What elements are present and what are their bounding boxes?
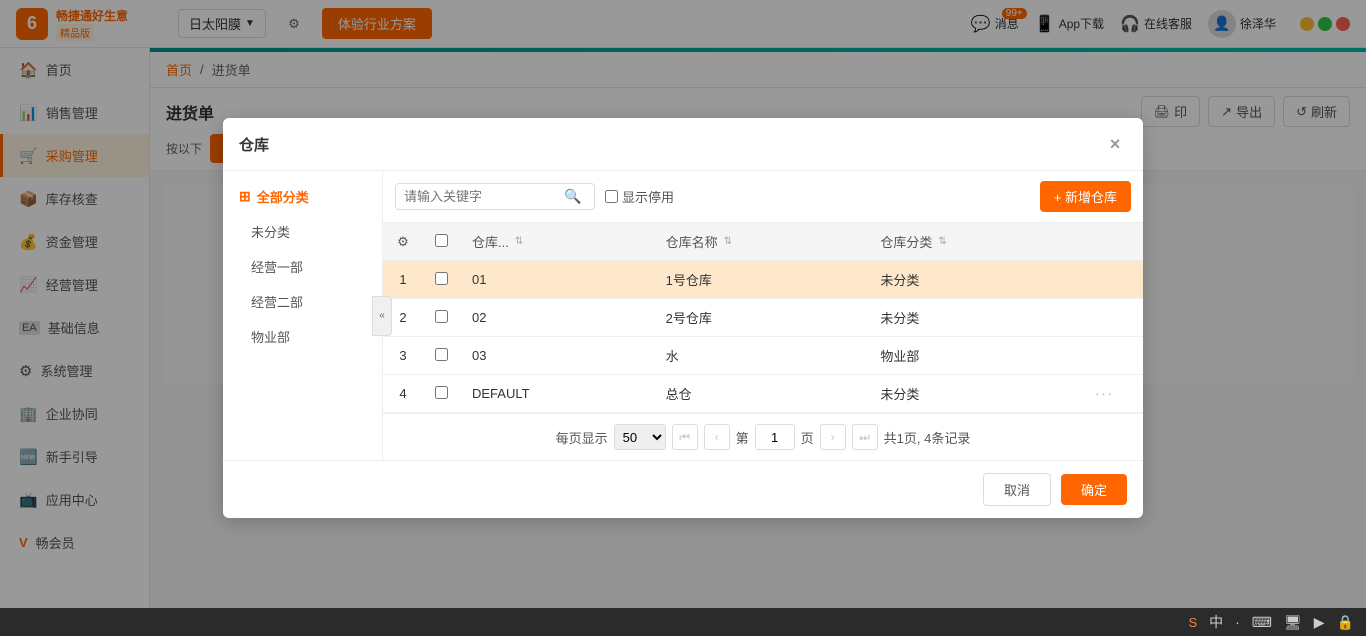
modal-body: ⊞ 全部分类 未分类 经营一部 经营二部 物业部	[223, 171, 1143, 460]
lock-icon[interactable]: 🔒	[1337, 614, 1354, 631]
first-page-button[interactable]: ⏮	[672, 424, 698, 450]
search-bar: 🔍 显示停用 + 新增仓库	[383, 171, 1143, 223]
search-input[interactable]	[404, 189, 564, 204]
tree-item-property[interactable]: 物业部	[223, 319, 382, 354]
name-column-header[interactable]: 仓库名称 ⇅	[654, 223, 869, 261]
row-actions	[1083, 299, 1143, 337]
row-name: 1号仓库	[654, 261, 869, 299]
confirm-button[interactable]: 确定	[1061, 474, 1127, 505]
row-name: 水	[654, 337, 869, 375]
play-icon[interactable]: ▶	[1314, 614, 1325, 631]
category-column-header[interactable]: 仓库分类 ⇅	[868, 223, 1083, 261]
s-logo: S	[1188, 615, 1197, 630]
cancel-button[interactable]: 取消	[983, 473, 1051, 506]
modal-close-button[interactable]: ×	[1103, 132, 1127, 156]
select-all-checkbox[interactable]	[435, 234, 448, 247]
table-row[interactable]: 3 03 水 物业部	[383, 337, 1143, 375]
row-actions: ···	[1083, 375, 1143, 413]
pagination: 每页显示 50 10 20 100 ⏮ ‹ 第 页 › ⏭ 共1页, 4条记录	[383, 413, 1143, 460]
actions-column-header	[1083, 223, 1143, 261]
show-disabled-checkbox-input[interactable]	[605, 190, 618, 203]
modal-title: 仓库	[239, 134, 269, 155]
table-row[interactable]: 4 DEFAULT 总仓 未分类 ···	[383, 375, 1143, 413]
prev-page-button[interactable]: ‹	[704, 424, 730, 450]
page-number-input[interactable]	[755, 424, 795, 450]
checkbox-column-header	[423, 223, 460, 261]
right-panel: 🔍 显示停用 + 新增仓库 ⚙	[383, 171, 1143, 460]
row-more-icon[interactable]: ···	[1095, 386, 1114, 401]
total-info: 共1页, 4条记录	[884, 428, 971, 447]
grid-icon: ⊞	[239, 188, 251, 205]
row-select-checkbox[interactable]	[435, 386, 448, 399]
row-name: 2号仓库	[654, 299, 869, 337]
row-category: 未分类	[868, 261, 1083, 299]
modal-overlay[interactable]: 仓库 × ⊞ 全部分类 未分类 经营一部	[0, 0, 1366, 636]
row-checkbox[interactable]	[423, 261, 460, 299]
row-category: 未分类	[868, 299, 1083, 337]
tree-all-label: 全部分类	[257, 187, 309, 206]
status-bar: S 中 · ⌨ 🖥 ▶ 🔒	[0, 608, 1366, 636]
row-category: 物业部	[868, 337, 1083, 375]
row-no: 3	[383, 337, 423, 375]
code-column-header[interactable]: 仓库... ⇅	[460, 223, 654, 261]
next-page-button[interactable]: ›	[820, 424, 846, 450]
sort-icon: ⇅	[515, 236, 523, 247]
show-disabled-checkbox[interactable]: 显示停用	[605, 187, 674, 206]
add-warehouse-button[interactable]: + 新增仓库	[1040, 181, 1131, 212]
tree-panel: ⊞ 全部分类 未分类 经营一部 经营二部 物业部	[223, 171, 383, 460]
warehouse-table: ⚙ 仓库... ⇅	[383, 223, 1143, 413]
row-code: DEFAULT	[460, 375, 654, 413]
row-actions	[1083, 261, 1143, 299]
tree-item-dept1[interactable]: 经营一部	[223, 249, 382, 284]
row-checkbox[interactable]	[423, 299, 460, 337]
page-unit: 页	[801, 428, 814, 447]
dot-icon: ·	[1235, 614, 1240, 630]
chinese-input-icon[interactable]: 中	[1209, 612, 1223, 632]
sort-icon: ⇅	[938, 236, 946, 247]
gear-column-header[interactable]: ⚙	[383, 223, 423, 261]
tree-item-unclassified[interactable]: 未分类	[223, 214, 382, 249]
row-select-checkbox[interactable]	[435, 272, 448, 285]
tree-item-dept2[interactable]: 经营二部	[223, 284, 382, 319]
per-page-select[interactable]: 50 10 20 100	[614, 424, 666, 450]
last-page-button[interactable]: ⏭	[852, 424, 878, 450]
table-row[interactable]: 1 01 1号仓库 未分类	[383, 261, 1143, 299]
warehouse-modal: 仓库 × ⊞ 全部分类 未分类 经营一部	[223, 118, 1143, 518]
keyboard-icon[interactable]: ⌨	[1252, 614, 1272, 631]
row-select-checkbox[interactable]	[435, 310, 448, 323]
search-input-wrap[interactable]: 🔍	[395, 183, 595, 210]
table-header-row: ⚙ 仓库... ⇅	[383, 223, 1143, 261]
row-name: 总仓	[654, 375, 869, 413]
row-actions	[1083, 337, 1143, 375]
search-icon[interactable]: 🔍	[564, 188, 581, 205]
row-category: 未分类	[868, 375, 1083, 413]
modal-header: 仓库 ×	[223, 118, 1143, 171]
tree-all-categories[interactable]: ⊞ 全部分类	[223, 179, 382, 214]
tree-collapse-button[interactable]: «	[372, 296, 392, 336]
table-row[interactable]: 2 02 2号仓库 未分类	[383, 299, 1143, 337]
row-code: 02	[460, 299, 654, 337]
row-code: 01	[460, 261, 654, 299]
sort-icon: ⇅	[724, 236, 732, 247]
row-no: 4	[383, 375, 423, 413]
row-checkbox[interactable]	[423, 375, 460, 413]
monitor-icon[interactable]: 🖥	[1284, 614, 1302, 631]
per-page-label: 每页显示	[556, 428, 608, 447]
row-select-checkbox[interactable]	[435, 348, 448, 361]
row-code: 03	[460, 337, 654, 375]
page-label: 第	[736, 428, 749, 447]
modal-footer: 取消 确定	[223, 460, 1143, 518]
row-no: 1	[383, 261, 423, 299]
row-checkbox[interactable]	[423, 337, 460, 375]
